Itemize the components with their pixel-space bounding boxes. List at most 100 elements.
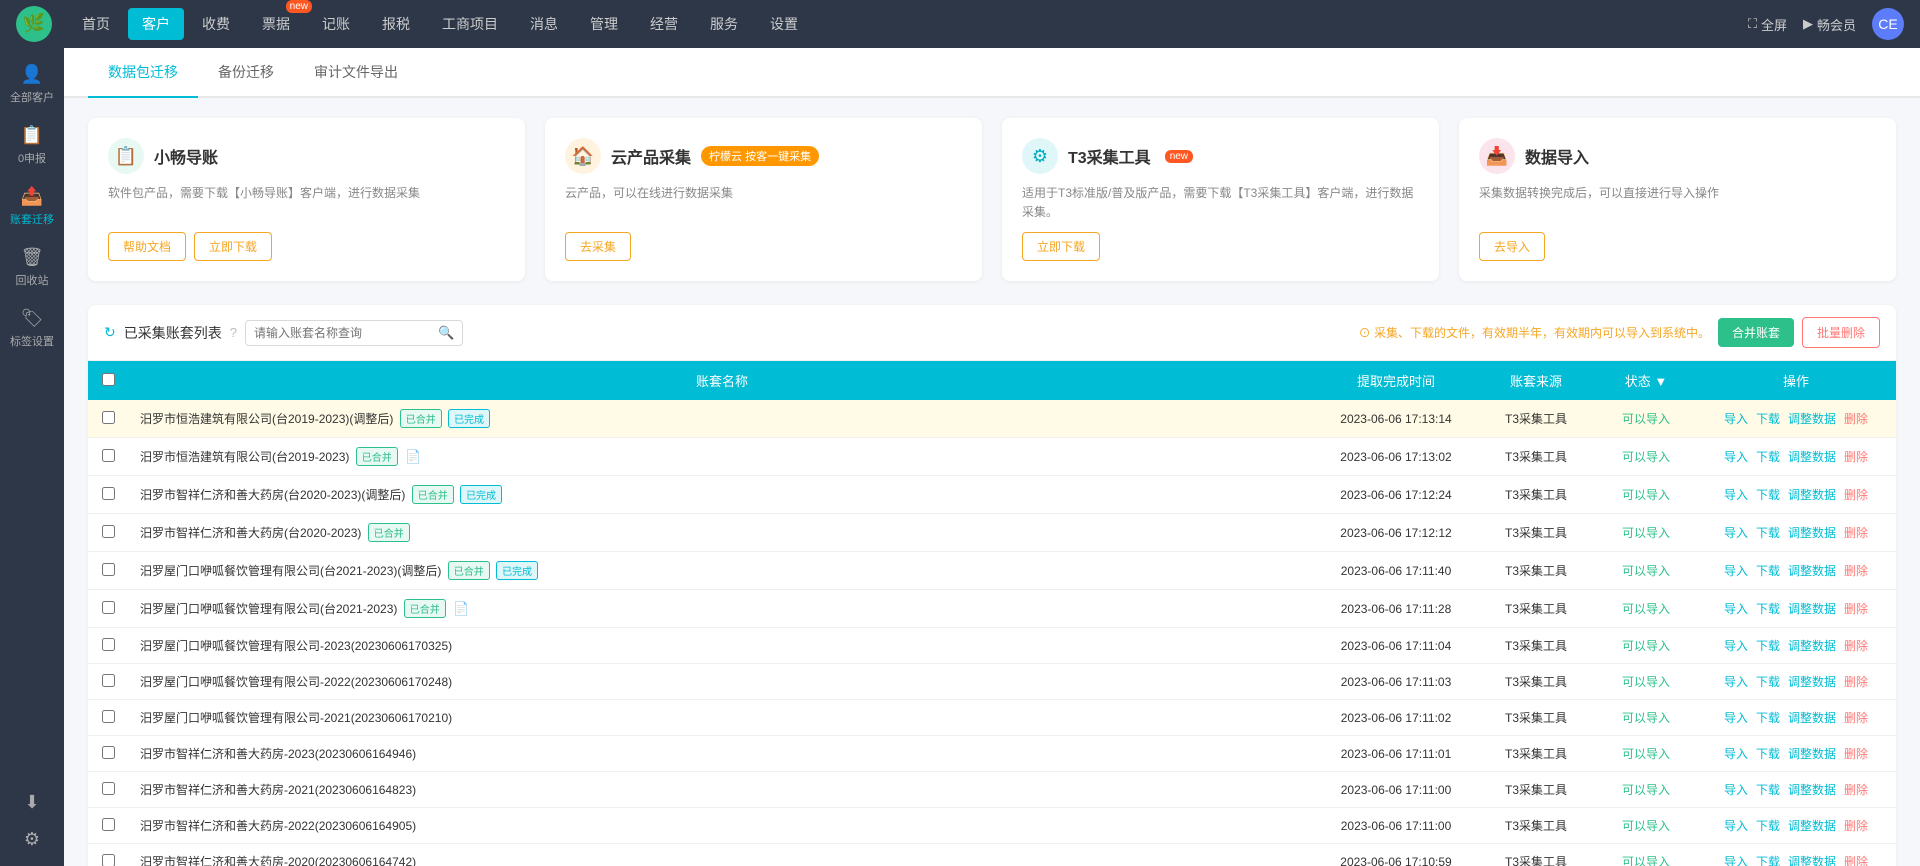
row-checkbox[interactable] bbox=[102, 746, 115, 759]
action-下载[interactable]: 下载 bbox=[1756, 747, 1780, 761]
action-删除[interactable]: 删除 bbox=[1844, 855, 1868, 866]
action-删除[interactable]: 删除 bbox=[1844, 639, 1868, 653]
tab-data-migration[interactable]: 数据包迁移 bbox=[88, 48, 198, 98]
action-导入[interactable]: 导入 bbox=[1724, 526, 1748, 540]
nav-item-clients[interactable]: 客户 bbox=[128, 8, 184, 40]
nav-item-service[interactable]: 服务 bbox=[696, 8, 752, 40]
action-下载[interactable]: 下载 bbox=[1756, 819, 1780, 833]
row-checkbox[interactable] bbox=[102, 638, 115, 651]
action-下载[interactable]: 下载 bbox=[1756, 526, 1780, 540]
action-导入[interactable]: 导入 bbox=[1724, 819, 1748, 833]
action-调整数据[interactable]: 调整数据 bbox=[1788, 564, 1836, 578]
tab-audit-export[interactable]: 审计文件导出 bbox=[294, 48, 418, 98]
sidebar-item-trash[interactable]: 🗑 回收站 bbox=[0, 239, 64, 296]
action-下载[interactable]: 下载 bbox=[1756, 675, 1780, 689]
row-checkbox[interactable] bbox=[102, 525, 115, 538]
action-下载[interactable]: 下载 bbox=[1756, 711, 1780, 725]
action-调整数据[interactable]: 调整数据 bbox=[1788, 783, 1836, 797]
select-all-checkbox[interactable] bbox=[102, 373, 115, 386]
nav-item-home[interactable]: 首页 bbox=[68, 8, 124, 40]
row-checkbox[interactable] bbox=[102, 710, 115, 723]
row-checkbox[interactable] bbox=[102, 782, 115, 795]
fullscreen-btn[interactable]: ⛶ 全屏 bbox=[1748, 15, 1787, 34]
action-调整数据[interactable]: 调整数据 bbox=[1788, 488, 1836, 502]
action-导入[interactable]: 导入 bbox=[1724, 639, 1748, 653]
action-调整数据[interactable]: 调整数据 bbox=[1788, 819, 1836, 833]
action-导入[interactable]: 导入 bbox=[1724, 412, 1748, 426]
action-下载[interactable]: 下载 bbox=[1756, 488, 1780, 502]
sidebar-item-download[interactable]: ⬇ bbox=[20, 784, 44, 821]
action-调整数据[interactable]: 调整数据 bbox=[1788, 675, 1836, 689]
action-调整数据[interactable]: 调整数据 bbox=[1788, 602, 1836, 616]
action-调整数据[interactable]: 调整数据 bbox=[1788, 450, 1836, 464]
nav-item-fees[interactable]: 收费 bbox=[188, 8, 244, 40]
nav-item-messages[interactable]: 消息 bbox=[516, 8, 572, 40]
sidebar-item-zero-report[interactable]: 📋 0申报 bbox=[0, 117, 64, 174]
action-删除[interactable]: 删除 bbox=[1844, 675, 1868, 689]
action-导入[interactable]: 导入 bbox=[1724, 488, 1748, 502]
dataimport-goto-btn[interactable]: 去导入 bbox=[1479, 232, 1545, 261]
row-checkbox[interactable] bbox=[102, 674, 115, 687]
action-导入[interactable]: 导入 bbox=[1724, 783, 1748, 797]
action-调整数据[interactable]: 调整数据 bbox=[1788, 639, 1836, 653]
action-调整数据[interactable]: 调整数据 bbox=[1788, 711, 1836, 725]
vip-btn[interactable]: ▶ 畅会员 bbox=[1803, 15, 1856, 34]
yunproduct-collect-btn[interactable]: 去采集 bbox=[565, 232, 631, 261]
row-checkbox[interactable] bbox=[102, 487, 115, 500]
sidebar-item-tag-settings[interactable]: 🏷 标签设置 bbox=[0, 300, 64, 357]
action-下载[interactable]: 下载 bbox=[1756, 639, 1780, 653]
action-调整数据[interactable]: 调整数据 bbox=[1788, 412, 1836, 426]
avatar[interactable]: CE bbox=[1872, 8, 1904, 40]
action-导入[interactable]: 导入 bbox=[1724, 855, 1748, 866]
action-导入[interactable]: 导入 bbox=[1724, 711, 1748, 725]
row-checkbox[interactable] bbox=[102, 854, 115, 866]
row-checkbox[interactable] bbox=[102, 449, 115, 462]
tab-backup-migration[interactable]: 备份迁移 bbox=[198, 48, 294, 98]
action-导入[interactable]: 导入 bbox=[1724, 564, 1748, 578]
action-导入[interactable]: 导入 bbox=[1724, 747, 1748, 761]
action-下载[interactable]: 下载 bbox=[1756, 412, 1780, 426]
nav-item-business[interactable]: 工商项目 bbox=[428, 8, 512, 40]
sidebar-item-config[interactable]: ⚙ bbox=[20, 821, 44, 858]
t3tool-download-btn[interactable]: 立即下载 bbox=[1022, 232, 1100, 261]
row-checkbox[interactable] bbox=[102, 818, 115, 831]
nav-item-tax[interactable]: 报税 bbox=[368, 8, 424, 40]
action-下载[interactable]: 下载 bbox=[1756, 564, 1780, 578]
action-下载[interactable]: 下载 bbox=[1756, 855, 1780, 866]
xiaochangdaozhang-help-btn[interactable]: 帮助文档 bbox=[108, 232, 186, 261]
action-导入[interactable]: 导入 bbox=[1724, 675, 1748, 689]
action-删除[interactable]: 删除 bbox=[1844, 602, 1868, 616]
action-删除[interactable]: 删除 bbox=[1844, 564, 1868, 578]
action-删除[interactable]: 删除 bbox=[1844, 412, 1868, 426]
action-调整数据[interactable]: 调整数据 bbox=[1788, 526, 1836, 540]
nav-item-settings[interactable]: 设置 bbox=[756, 8, 812, 40]
refresh-icon[interactable]: ↻ bbox=[104, 324, 116, 341]
search-input[interactable] bbox=[254, 326, 434, 340]
action-导入[interactable]: 导入 bbox=[1724, 602, 1748, 616]
action-删除[interactable]: 删除 bbox=[1844, 819, 1868, 833]
action-删除[interactable]: 删除 bbox=[1844, 488, 1868, 502]
action-导入[interactable]: 导入 bbox=[1724, 450, 1748, 464]
action-删除[interactable]: 删除 bbox=[1844, 747, 1868, 761]
row-checkbox[interactable] bbox=[102, 411, 115, 424]
row-checkbox[interactable] bbox=[102, 563, 115, 576]
help-icon[interactable]: ? bbox=[230, 325, 237, 340]
sidebar-item-all-clients[interactable]: 👤 全部客户 bbox=[0, 56, 64, 113]
action-下载[interactable]: 下载 bbox=[1756, 783, 1780, 797]
col-status-header[interactable]: 状态 ▼ bbox=[1596, 361, 1696, 400]
action-下载[interactable]: 下载 bbox=[1756, 602, 1780, 616]
action-删除[interactable]: 删除 bbox=[1844, 450, 1868, 464]
action-删除[interactable]: 删除 bbox=[1844, 711, 1868, 725]
row-checkbox[interactable] bbox=[102, 601, 115, 614]
sidebar-item-account-migration[interactable]: 📤 账套迁移 bbox=[0, 178, 64, 235]
batch-delete-btn[interactable]: 批量删除 bbox=[1802, 317, 1880, 348]
nav-item-bookkeeping[interactable]: 记账 bbox=[308, 8, 364, 40]
xiaochangdaozhang-download-btn[interactable]: 立即下载 bbox=[194, 232, 272, 261]
search-icon[interactable]: 🔍 bbox=[438, 325, 454, 341]
action-下载[interactable]: 下载 bbox=[1756, 450, 1780, 464]
action-调整数据[interactable]: 调整数据 bbox=[1788, 747, 1836, 761]
nav-item-management[interactable]: 管理 bbox=[576, 8, 632, 40]
nav-item-operations[interactable]: 经营 bbox=[636, 8, 692, 40]
action-调整数据[interactable]: 调整数据 bbox=[1788, 855, 1836, 866]
action-删除[interactable]: 删除 bbox=[1844, 783, 1868, 797]
